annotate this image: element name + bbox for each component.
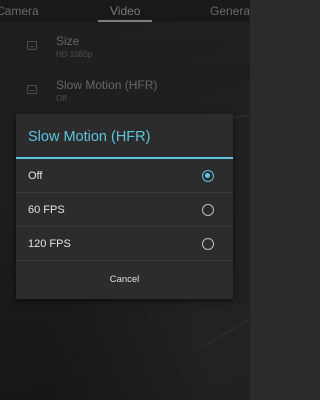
radio-unselected-icon[interactable] <box>202 238 214 250</box>
option-label: Off <box>28 170 43 182</box>
slow-motion-dialog: Slow Motion (HFR) Off 60 FPS 120 FPS Can… <box>16 114 233 299</box>
dialog-title: Slow Motion (HFR) <box>28 129 151 145</box>
dialog-divider <box>16 157 233 159</box>
option-120fps[interactable]: 120 FPS <box>16 228 233 261</box>
option-label: 60 FPS <box>28 204 65 216</box>
radio-selected-icon[interactable] <box>202 170 214 182</box>
option-label: 120 FPS <box>28 238 71 250</box>
option-60fps[interactable]: 60 FPS <box>16 194 233 227</box>
option-off[interactable]: Off <box>16 160 233 193</box>
cancel-button[interactable]: Cancel <box>16 264 233 296</box>
radio-unselected-icon[interactable] <box>202 204 214 216</box>
